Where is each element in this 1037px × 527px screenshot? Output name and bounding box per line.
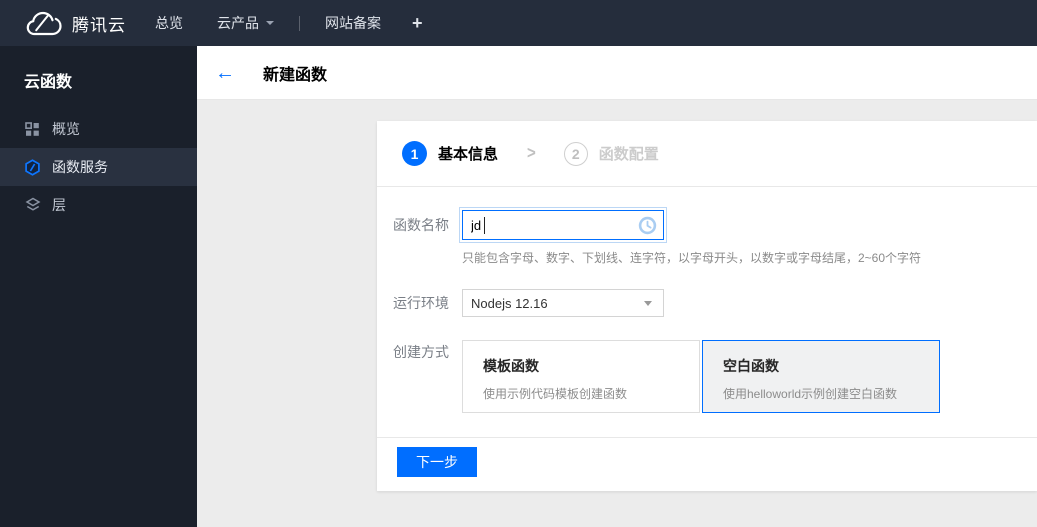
sidebar: 云函数 概览 函数服务 层	[0, 46, 197, 527]
add-tab-button[interactable]: +	[398, 0, 437, 46]
basic-info-form: 函数名称 只能包含字母、数字、下划线、连字符，以字母开头，以数字或字母结尾，2~…	[377, 187, 1037, 413]
brand[interactable]: 腾讯云	[26, 11, 126, 36]
grid-icon	[24, 121, 41, 138]
option-blank-function[interactable]: 空白函数 使用helloworld示例创建空白函数	[702, 340, 940, 413]
page-title: 新建函数	[263, 66, 328, 84]
step-1-badge: 1	[402, 141, 427, 166]
creation-method-row: 创建方式 模板函数 使用示例代码模板创建函数 空白函数 使用helloworld…	[393, 340, 1037, 413]
sidebar-item-label: 概览	[52, 121, 80, 137]
step-basic-info: 1 基本信息	[402, 141, 498, 166]
sidebar-item-layers[interactable]: 层	[0, 186, 197, 224]
step-1-label: 基本信息	[438, 146, 499, 163]
nav-cloud-products[interactable]: 云产品	[200, 0, 291, 46]
nav-overview[interactable]: 总览	[138, 0, 200, 46]
sidebar-item-label: 函数服务	[52, 159, 108, 175]
sidebar-menu: 概览 函数服务 层	[0, 110, 197, 224]
tencent-cloud-logo-icon	[26, 11, 62, 36]
function-name-field-group: 只能包含字母、数字、下划线、连字符，以字母开头，以数字或字母结尾，2~60个字符	[459, 207, 922, 266]
text-caret	[484, 217, 485, 234]
function-name-hint: 只能包含字母、数字、下划线、连字符，以字母开头，以数字或字母结尾，2~60个字符	[462, 251, 922, 265]
runtime-row: 运行环境 Nodejs 12.16	[393, 288, 1037, 318]
sidebar-title: 云函数	[24, 74, 73, 91]
scf-hexagon-icon	[24, 158, 41, 176]
nav-divider	[299, 15, 300, 31]
creation-method-options: 模板函数 使用示例代码模板创建函数 空白函数 使用helloworld示例创建空…	[462, 340, 940, 413]
function-name-row: 函数名称 只能包含字母、数字、下划线、连字符，以字母开头，以数字或字母结尾，2~…	[393, 207, 1037, 266]
sidebar-item-overview[interactable]: 概览	[0, 110, 197, 148]
clock-loading-icon	[638, 216, 657, 240]
runtime-label: 运行环境	[393, 295, 449, 311]
nav-cloud-products-label: 云产品	[217, 15, 259, 31]
function-name-label: 函数名称	[393, 217, 449, 233]
option-desc: 使用示例代码模板创建函数	[483, 387, 628, 401]
option-desc: 使用helloworld示例创建空白函数	[723, 387, 898, 401]
wizard-steps: 1 基本信息 > 2 函数配置	[377, 121, 1037, 187]
chevron-down-icon	[266, 21, 274, 25]
step-function-config: 2 函数配置	[563, 141, 659, 166]
back-button[interactable]: ←	[215, 63, 235, 83]
nav-icp-record[interactable]: 网站备案	[308, 0, 398, 46]
next-step-button[interactable]: 下一步	[397, 447, 477, 477]
option-title: 模板函数	[483, 358, 539, 374]
create-function-card: 1 基本信息 > 2 函数配置 函数名称 jd 只能包含字母、数字、下划线、连字…	[377, 121, 1037, 491]
function-name-input-wrap	[459, 207, 667, 243]
runtime-selected-value: Nodejs 12.16	[471, 295, 548, 311]
creation-method-label: 创建方式	[393, 344, 449, 360]
option-template-function[interactable]: 模板函数 使用示例代码模板创建函数	[462, 340, 700, 413]
option-title: 空白函数	[723, 358, 779, 374]
card-footer: 下一步	[377, 437, 1037, 477]
sidebar-item-label: 层	[52, 197, 66, 213]
runtime-select[interactable]: Nodejs 12.16	[462, 289, 664, 317]
step-2-label: 函数配置	[598, 146, 659, 163]
page-header: ← 新建函数	[197, 46, 1037, 100]
function-name-input[interactable]	[463, 211, 663, 239]
brand-name: 腾讯云	[72, 15, 126, 35]
step-separator-icon: >	[527, 143, 536, 164]
step-2-badge: 2	[563, 141, 588, 166]
select-caret-icon	[644, 301, 652, 306]
layers-icon	[24, 197, 41, 214]
nav-menu: 总览 云产品 网站备案 +	[138, 0, 437, 46]
sidebar-item-function-service[interactable]: 函数服务	[0, 148, 197, 186]
top-navbar: 腾讯云 总览 云产品 网站备案 +	[0, 0, 1037, 46]
